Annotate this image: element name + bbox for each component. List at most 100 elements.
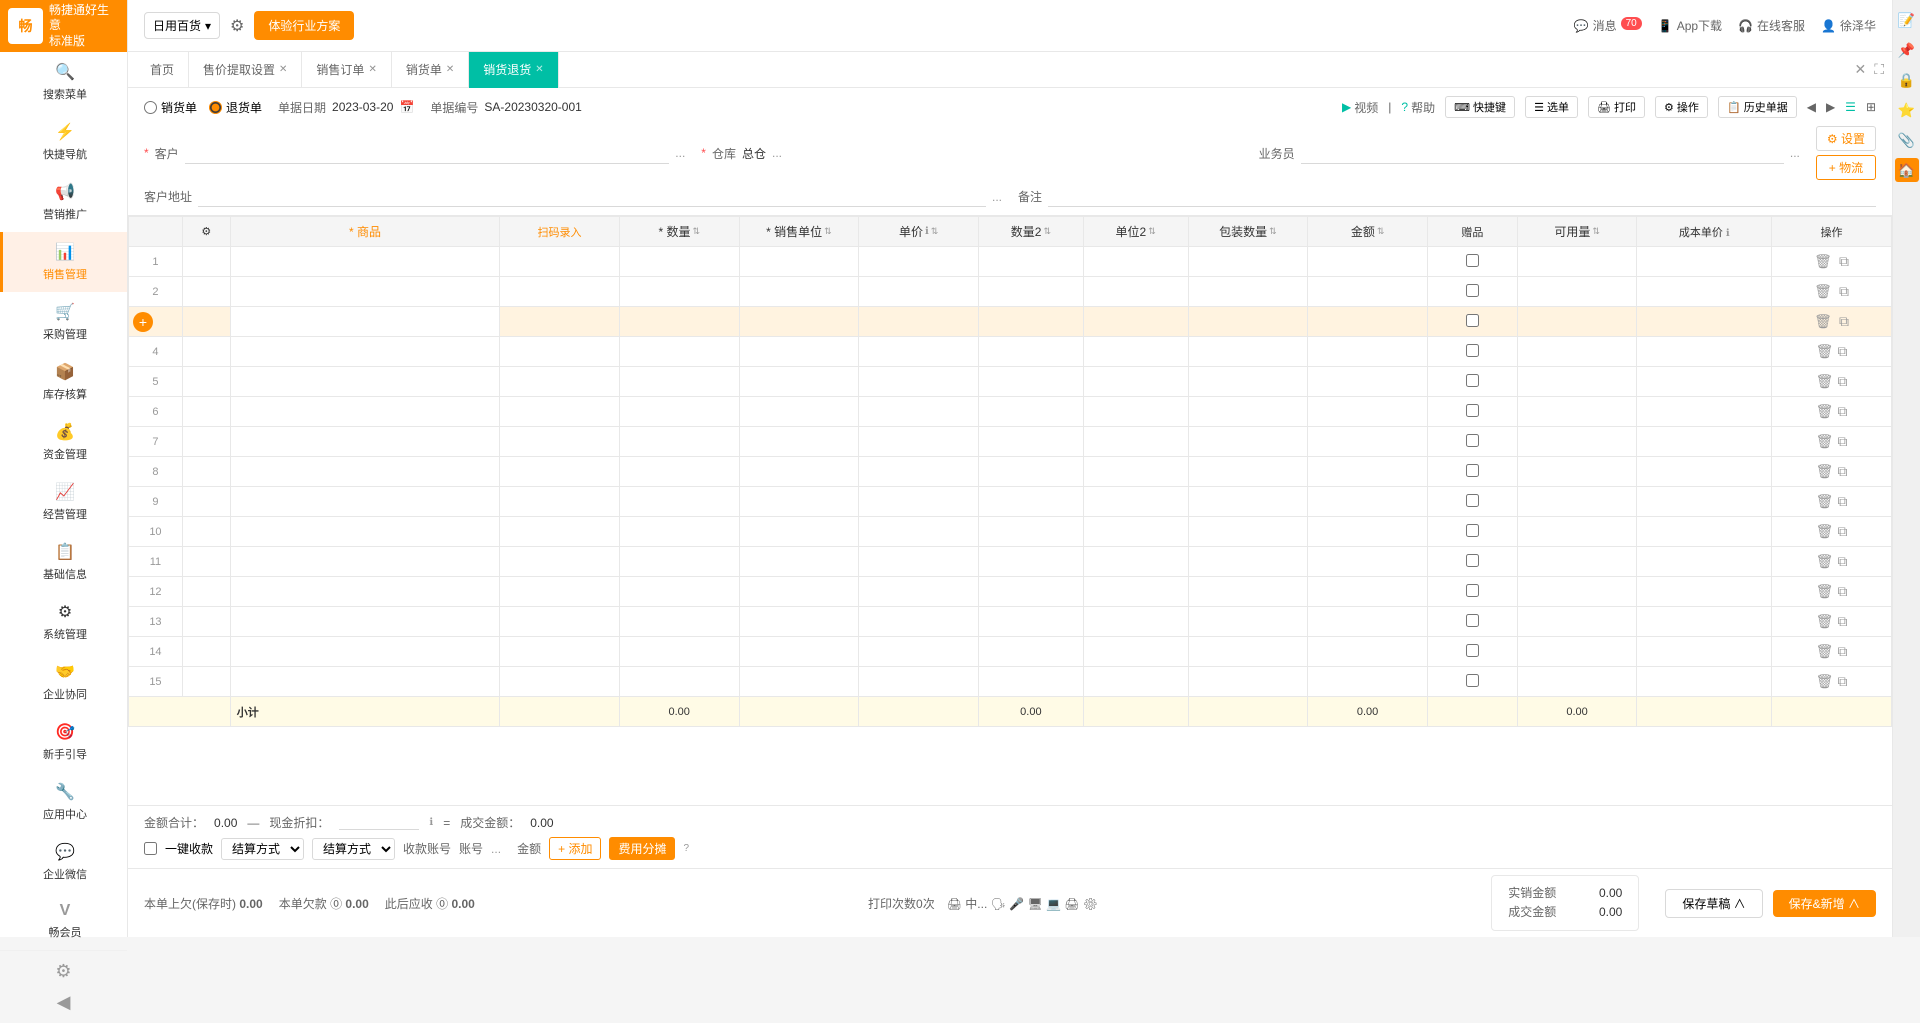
tab-sales-bill[interactable]: 销货单 ✕: [392, 52, 469, 88]
message-btn[interactable]: 💬 消息 70: [1574, 17, 1642, 34]
tab-sales-order[interactable]: 销售订单 ✕: [302, 52, 391, 88]
save-new-btn[interactable]: 保存&新增 ∧: [1773, 890, 1876, 917]
sidebar-item-guide[interactable]: 🎯 新手引导: [0, 712, 127, 772]
tab-home[interactable]: 首页: [136, 52, 189, 88]
customer-input[interactable]: [185, 143, 670, 164]
select-btn[interactable]: ☰ 选单: [1525, 96, 1578, 118]
list-view-btn[interactable]: ☰: [1845, 100, 1856, 114]
app-download-btn[interactable]: 📱 App下载: [1658, 17, 1722, 34]
shortcut-key-btn[interactable]: ⌨ 快捷键: [1445, 96, 1515, 118]
sidebar-item-management[interactable]: 📈 经营管理: [0, 472, 127, 532]
setup-btn[interactable]: ⚙ 设置: [1816, 126, 1876, 151]
discount-info-icon[interactable]: ℹ: [429, 817, 433, 828]
add-payment-btn[interactable]: + 添加: [549, 837, 601, 860]
add-row-btn[interactable]: +: [133, 312, 153, 332]
tab-close-return[interactable]: ✕: [535, 64, 543, 75]
video-help-btn[interactable]: ▶ 视频: [1342, 99, 1378, 116]
tab-price-extract[interactable]: 售价提取设置 ✕: [189, 52, 302, 88]
copy-row-btn[interactable]: ⧉: [1835, 581, 1849, 602]
radio-return-bill[interactable]: 退货单: [209, 99, 262, 116]
fee-split-btn[interactable]: 费用分摊: [609, 837, 675, 860]
copy-row-btn[interactable]: ⧉: [1835, 611, 1849, 632]
account-select-btn[interactable]: ...: [491, 842, 501, 856]
help-btn[interactable]: ? 帮助: [1401, 99, 1435, 116]
copy-row-btn[interactable]: ⧉: [1835, 551, 1849, 572]
copy-row-2-btn[interactable]: ⧉: [1837, 281, 1851, 302]
delete-row-btn[interactable]: 🗑: [1814, 401, 1836, 422]
delete-row-btn[interactable]: 🗑: [1814, 371, 1836, 392]
delete-row-btn[interactable]: 🗑: [1814, 641, 1836, 662]
expand-tab-btn[interactable]: ⛶: [1874, 61, 1884, 78]
right-panel-icon-4[interactable]: ⭐: [1895, 98, 1919, 122]
customer-select-btn[interactable]: ...: [675, 146, 685, 160]
sidebar-item-system[interactable]: ⚙ 系统管理: [0, 592, 127, 652]
sidebar-item-basic-info[interactable]: 📋 基础信息: [0, 532, 127, 592]
delete-row-2-btn[interactable]: 🗑: [1812, 281, 1834, 302]
radio-sales-bill[interactable]: 销货单: [144, 99, 197, 116]
copy-row-btn[interactable]: ⧉: [1835, 401, 1849, 422]
copy-row-btn[interactable]: ⧉: [1835, 371, 1849, 392]
warehouse-select-btn[interactable]: ...: [772, 146, 782, 160]
save-draft-btn[interactable]: 保存草稿 ∧: [1665, 889, 1762, 918]
industry-select[interactable]: 日用百货 ▾: [144, 12, 220, 39]
delete-row-3-btn[interactable]: 🗑: [1812, 311, 1834, 332]
close-tab-btn[interactable]: ✕: [1854, 61, 1866, 78]
address-input[interactable]: [198, 186, 986, 207]
tab-close-price[interactable]: ✕: [279, 64, 287, 75]
salesperson-input[interactable]: [1301, 143, 1784, 164]
delete-row-btn[interactable]: 🗑: [1814, 611, 1836, 632]
sidebar-item-search[interactable]: 🔍 搜索菜单: [0, 52, 127, 112]
collapse-btn[interactable]: ◀: [57, 992, 71, 1013]
sidebar-item-collab[interactable]: 🤝 企业协同: [0, 652, 127, 712]
sidebar-item-wechat[interactable]: 💬 企业微信: [0, 832, 127, 892]
product-input-3[interactable]: [235, 315, 495, 329]
copy-row-btn[interactable]: ⧉: [1835, 431, 1849, 452]
sidebar-item-purchase[interactable]: 🛒 采购管理: [0, 292, 127, 352]
one-click-payment-checkbox[interactable]: [144, 842, 157, 855]
delete-row-btn[interactable]: 🗑: [1814, 581, 1836, 602]
user-avatar[interactable]: 👤 徐泽华: [1821, 17, 1876, 34]
col-header-scan[interactable]: 扫码录入: [500, 217, 620, 247]
history-btn[interactable]: 📋 历史单据: [1718, 96, 1797, 118]
tab-close-salesorder[interactable]: ✕: [368, 64, 376, 75]
delete-row-btn[interactable]: 🗑: [1814, 551, 1836, 572]
right-panel-icon-2[interactable]: 📌: [1895, 38, 1919, 62]
grid-view-btn[interactable]: ⊞: [1866, 100, 1876, 114]
right-panel-icon-1[interactable]: 📝: [1895, 8, 1919, 32]
delete-row-1-btn[interactable]: 🗑: [1812, 251, 1834, 272]
discount-input[interactable]: [339, 815, 419, 830]
col-header-gear[interactable]: ⚙: [182, 217, 230, 247]
copy-row-1-btn[interactable]: ⧉: [1837, 251, 1851, 272]
copy-row-btn[interactable]: ⧉: [1835, 521, 1849, 542]
copy-row-btn[interactable]: ⧉: [1835, 341, 1849, 362]
sidebar-item-marketing[interactable]: 📢 营销推广: [0, 172, 127, 232]
note-input[interactable]: [1048, 186, 1876, 207]
add-logistics-btn[interactable]: + 物流: [1816, 155, 1876, 180]
trial-btn[interactable]: 体验行业方案: [254, 11, 354, 40]
copy-row-btn[interactable]: ⧉: [1835, 671, 1849, 692]
address-select-btn[interactable]: ...: [992, 190, 1002, 204]
sidebar-item-member[interactable]: V 畅会员: [0, 892, 127, 950]
prev-record-btn[interactable]: ◀: [1807, 100, 1816, 114]
sidebar-item-sales[interactable]: 📊 销售管理: [0, 232, 127, 292]
fee-info-icon[interactable]: ?: [683, 843, 689, 854]
next-record-btn[interactable]: ▶: [1826, 100, 1835, 114]
tab-close-salesbill[interactable]: ✕: [446, 64, 454, 75]
product-input-1[interactable]: [235, 255, 495, 269]
sidebar-item-inventory[interactable]: 📦 库存核算: [0, 352, 127, 412]
right-panel-icon-5[interactable]: 📎: [1895, 128, 1919, 152]
sidebar-item-apps[interactable]: 🔧 应用中心: [0, 772, 127, 832]
tab-sales-return[interactable]: 销货退货 ✕: [469, 52, 558, 88]
salesperson-select-btn[interactable]: ...: [1790, 146, 1800, 160]
delete-row-btn[interactable]: 🗑: [1814, 491, 1836, 512]
copy-row-btn[interactable]: ⧉: [1835, 491, 1849, 512]
copy-row-btn[interactable]: ⧉: [1835, 461, 1849, 482]
calc-method-select[interactable]: 结算方式: [312, 838, 395, 860]
delete-row-btn[interactable]: 🗑: [1814, 431, 1836, 452]
operation-btn[interactable]: ⚙ 操作: [1655, 96, 1708, 118]
payment-method-select[interactable]: 结算方式: [221, 838, 304, 860]
print-btn[interactable]: 🖨 打印: [1588, 96, 1645, 118]
right-panel-icon-3[interactable]: 🔒: [1895, 68, 1919, 92]
sidebar-item-quicknav[interactable]: ⚡ 快捷导航: [0, 112, 127, 172]
delete-row-btn[interactable]: 🗑: [1814, 671, 1836, 692]
